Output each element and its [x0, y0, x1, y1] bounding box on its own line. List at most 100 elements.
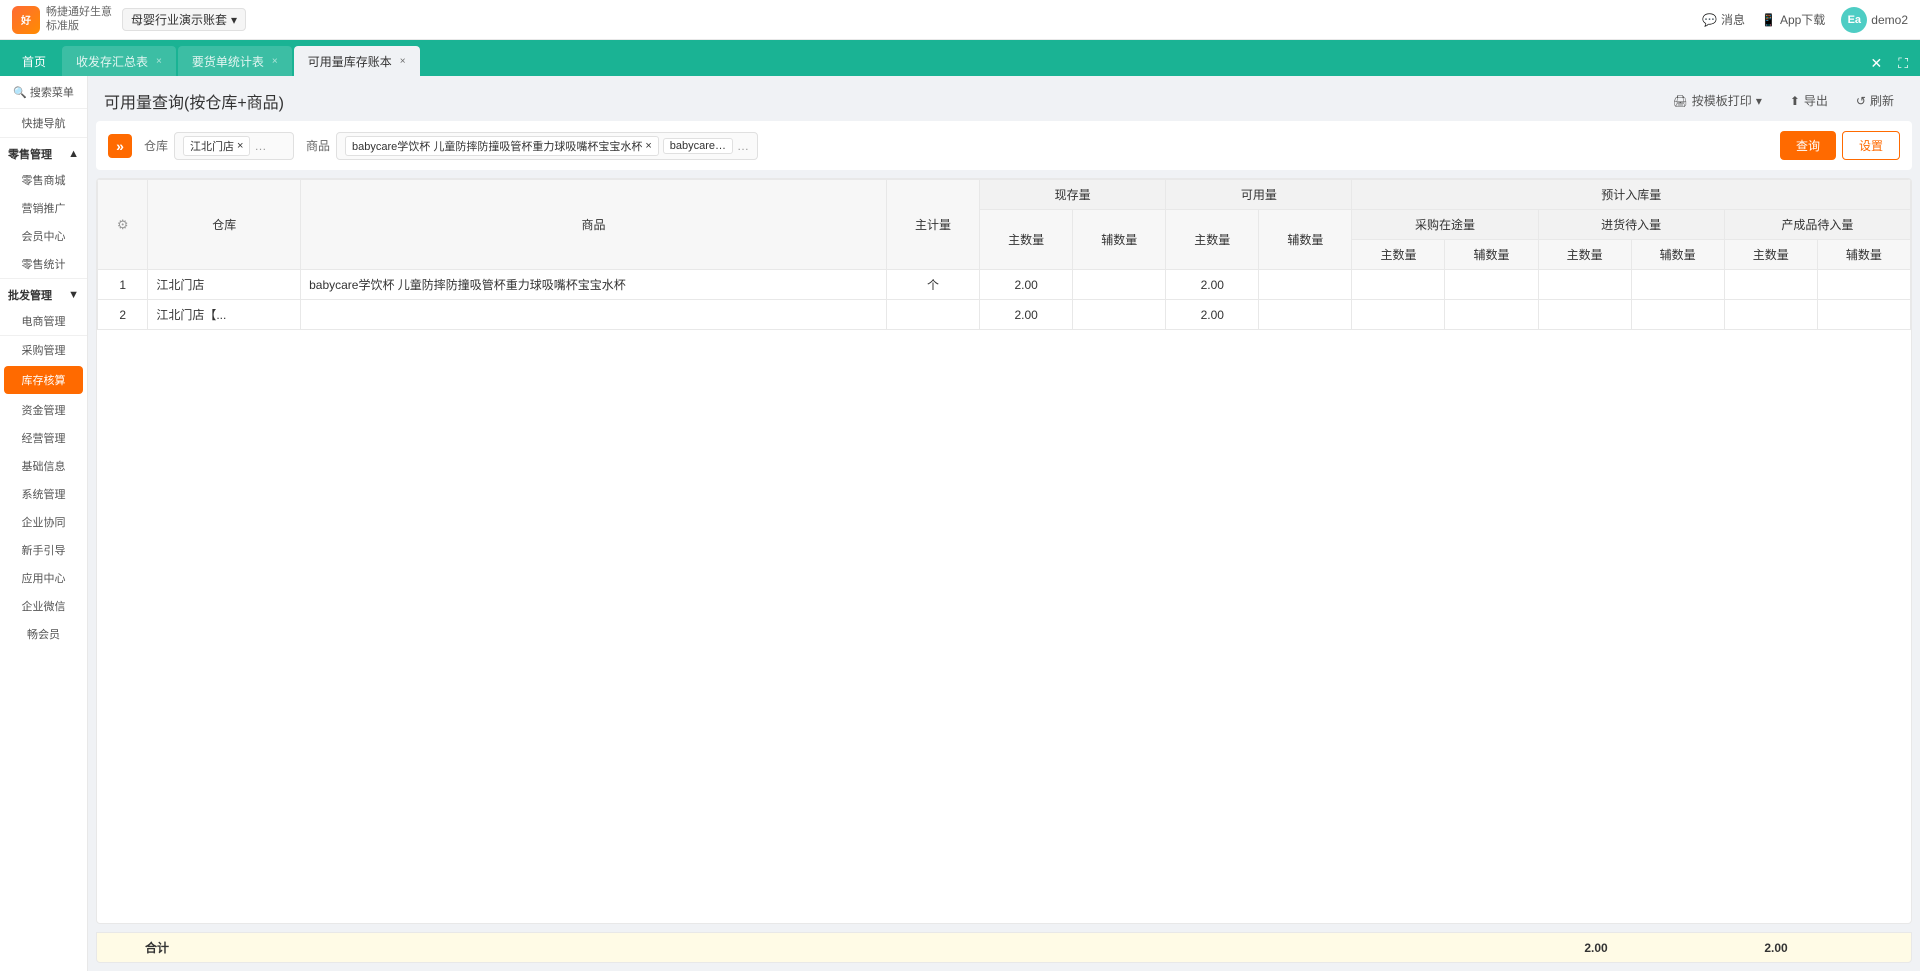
chevron-up-icon: ▲: [68, 148, 79, 160]
close-tab-receipts[interactable]: ×: [156, 56, 162, 67]
remove-warehouse-icon[interactable]: ×: [237, 140, 243, 152]
filter-actions: 查询 设置: [1780, 131, 1900, 160]
table-wrap: ⚙ 仓库 商品 主计量 现存量 可用量 预计入库量 主数量 辅数量 主数量 辅数…: [96, 178, 1912, 924]
filter-product: 商品 babycare学饮杯 儿童防摔防撞吸管杯重力球吸嘴杯宝宝水杯 × bab…: [306, 132, 758, 160]
sidebar-item-system[interactable]: 系统管理: [0, 480, 87, 508]
warehouse-more-btn[interactable]: …: [254, 139, 266, 153]
remove-product1-icon[interactable]: ×: [645, 140, 651, 152]
logo-text: 畅捷通好生意 标准版: [46, 6, 112, 32]
page-title: 可用量查询(按仓库+商品): [104, 89, 284, 113]
th-stock-main: 主数量: [980, 210, 1073, 270]
content-area: 可用量查询(按仓库+商品) 🖨 按模板打印 ▾ ⬆ 导出 ↺ 刷新: [88, 76, 1920, 971]
sidebar-item-inventory[interactable]: 库存核算: [4, 366, 83, 394]
th-warehouse: 仓库: [148, 180, 301, 270]
tab-receipts[interactable]: 收发存汇总表 ×: [62, 46, 176, 76]
sidebar-item-app-center[interactable]: 应用中心: [0, 564, 87, 592]
refresh-btn[interactable]: ↺ 刷新: [1846, 88, 1904, 113]
export-btn[interactable]: ⬆ 导出: [1780, 88, 1838, 113]
close-all-tabs-btn[interactable]: ✕: [1866, 51, 1886, 76]
logo-area: 好 畅捷通好生意 标准版: [12, 6, 112, 34]
chevron-down-icon: ▼: [68, 289, 79, 301]
th-product: 商品: [301, 180, 887, 270]
close-tab-order-stats[interactable]: ×: [272, 56, 278, 67]
gear-icon[interactable]: ⚙: [117, 217, 129, 232]
user-profile[interactable]: Ea demo2: [1841, 7, 1908, 33]
export-icon: ⬆: [1790, 94, 1800, 108]
tab-home[interactable]: 首页: [8, 46, 60, 76]
product-tag-2: babycare…: [663, 138, 733, 154]
sidebar-item-finance[interactable]: 资金管理: [0, 396, 87, 424]
sidebar-section-wholesale-title[interactable]: 批发管理 ▼: [0, 279, 87, 307]
print-btn[interactable]: 🖨 按模板打印 ▾: [1663, 88, 1772, 113]
sidebar-item-base-info[interactable]: 基础信息: [0, 452, 87, 480]
th-unit: 主计量: [887, 180, 980, 270]
sidebar-item-member[interactable]: 畅会员: [0, 620, 87, 648]
search-menu-btn[interactable]: 🔍 搜索菜单: [0, 76, 87, 109]
sidebar-item-retail-shop[interactable]: 零售商城: [0, 166, 87, 194]
tab-available-stock[interactable]: 可用量库存账本 ×: [294, 46, 420, 76]
top-bar-left: 好 畅捷通好生意 标准版 母婴行业演示账套 ▾: [12, 6, 246, 34]
query-btn[interactable]: 查询: [1780, 131, 1836, 160]
filter-area: » 仓库 江北门店 × … 商品 babycare学饮杯 儿童防摔防撞吸管杯重力…: [96, 121, 1912, 170]
sidebar-section-retail-title[interactable]: 零售管理 ▲: [0, 138, 87, 166]
warehouse-tag: 江北门店 ×: [183, 136, 250, 156]
total-stock-main: 2.00: [1551, 941, 1641, 955]
sidebar-item-ecommerce[interactable]: 电商管理: [0, 307, 87, 335]
th-pur-main: 主数量: [1352, 240, 1445, 270]
sidebar: 🔍 搜索菜单 快捷导航 零售管理 ▲ 零售商城 营销推广 会员中心 零售统计 批…: [0, 76, 88, 971]
th-planned-group: 预计入库量: [1352, 180, 1911, 210]
sidebar-item-marketing[interactable]: 营销推广: [0, 194, 87, 222]
chevron-down-icon: ▾: [231, 13, 237, 27]
chevron-down-icon: ▾: [1756, 94, 1762, 108]
th-incoming-group: 进货待入量: [1538, 210, 1724, 240]
tab-order-stats[interactable]: 要货单统计表 ×: [178, 46, 292, 76]
sidebar-section-retail: 零售管理 ▲ 零售商城 营销推广 会员中心 零售统计: [0, 138, 87, 279]
th-gear[interactable]: ⚙: [98, 180, 148, 270]
th-in-main: 主数量: [1538, 240, 1631, 270]
sidebar-item-ops[interactable]: 经营管理: [0, 424, 87, 452]
message-btn[interactable]: 💬 消息: [1702, 11, 1745, 28]
top-bar-right: 💬 消息 📱 App下载 Ea demo2: [1702, 7, 1908, 33]
sidebar-item-member-center[interactable]: 会员中心: [0, 222, 87, 250]
product-tag-1: babycare学饮杯 儿童防摔防撞吸管杯重力球吸嘴杯宝宝水杯 ×: [345, 136, 659, 156]
th-available-group: 可用量: [1166, 180, 1352, 210]
sidebar-item-wechat[interactable]: 企业微信: [0, 592, 87, 620]
refresh-icon: ↺: [1856, 94, 1866, 108]
product-more-btn[interactable]: …: [737, 139, 749, 153]
th-purchase-group: 采购在途量: [1352, 210, 1538, 240]
total-row: 合计 2.00 2.00: [96, 932, 1912, 963]
th-stock-aux: 辅数量: [1073, 210, 1166, 270]
message-icon: 💬: [1702, 13, 1717, 27]
page-actions: 🖨 按模板打印 ▾ ⬆ 导出 ↺ 刷新: [1663, 88, 1904, 113]
th-avail-main: 主数量: [1166, 210, 1259, 270]
filter-toggle-btn[interactable]: »: [108, 134, 132, 158]
top-bar: 好 畅捷通好生意 标准版 母婴行业演示账套 ▾ 💬 消息 📱 App下载 Ea …: [0, 0, 1920, 40]
close-tab-available-stock[interactable]: ×: [400, 56, 406, 67]
industry-selector[interactable]: 母婴行业演示账套 ▾: [122, 8, 246, 31]
th-pp-aux: 辅数量: [1817, 240, 1910, 270]
nav-tabs-right: ✕ ⛶: [1866, 51, 1912, 76]
print-icon: 🖨: [1673, 94, 1688, 108]
sidebar-item-enterprise[interactable]: 企业协同: [0, 508, 87, 536]
sidebar-item-newbie[interactable]: 新手引导: [0, 536, 87, 564]
logo-icon: 好: [12, 6, 40, 34]
product-input[interactable]: babycare学饮杯 儿童防摔防撞吸管杯重力球吸嘴杯宝宝水杯 × babyca…: [336, 132, 758, 160]
fullscreen-btn[interactable]: ⛶: [1894, 51, 1912, 76]
table-row: 2 江北门店【... 2.00 2.00: [98, 300, 1911, 330]
th-stock-group: 现存量: [980, 180, 1166, 210]
sidebar-item-purchase[interactable]: 采购管理: [0, 336, 87, 364]
nav-tabs: 首页 收发存汇总表 × 要货单统计表 × 可用量库存账本 × ✕ ⛶: [0, 40, 1920, 76]
setting-btn[interactable]: 设置: [1842, 131, 1900, 160]
data-table: ⚙ 仓库 商品 主计量 现存量 可用量 预计入库量 主数量 辅数量 主数量 辅数…: [97, 179, 1911, 330]
sidebar-section-wholesale: 批发管理 ▼ 电商管理: [0, 279, 87, 336]
th-product-pending-group: 产成品待入量: [1724, 210, 1910, 240]
sidebar-item-retail-stats[interactable]: 零售统计: [0, 250, 87, 278]
main-layout: 🔍 搜索菜单 快捷导航 零售管理 ▲ 零售商城 营销推广 会员中心 零售统计 批…: [0, 76, 1920, 971]
search-icon: 🔍: [13, 87, 27, 99]
filter-warehouse: 仓库 江北门店 × …: [144, 132, 294, 160]
quick-nav-btn[interactable]: 快捷导航: [0, 109, 87, 138]
th-in-aux: 辅数量: [1631, 240, 1724, 270]
app-download-btn[interactable]: 📱 App下载: [1761, 11, 1825, 28]
total-label: 合计: [137, 939, 217, 956]
warehouse-input[interactable]: 江北门店 × …: [174, 132, 294, 160]
